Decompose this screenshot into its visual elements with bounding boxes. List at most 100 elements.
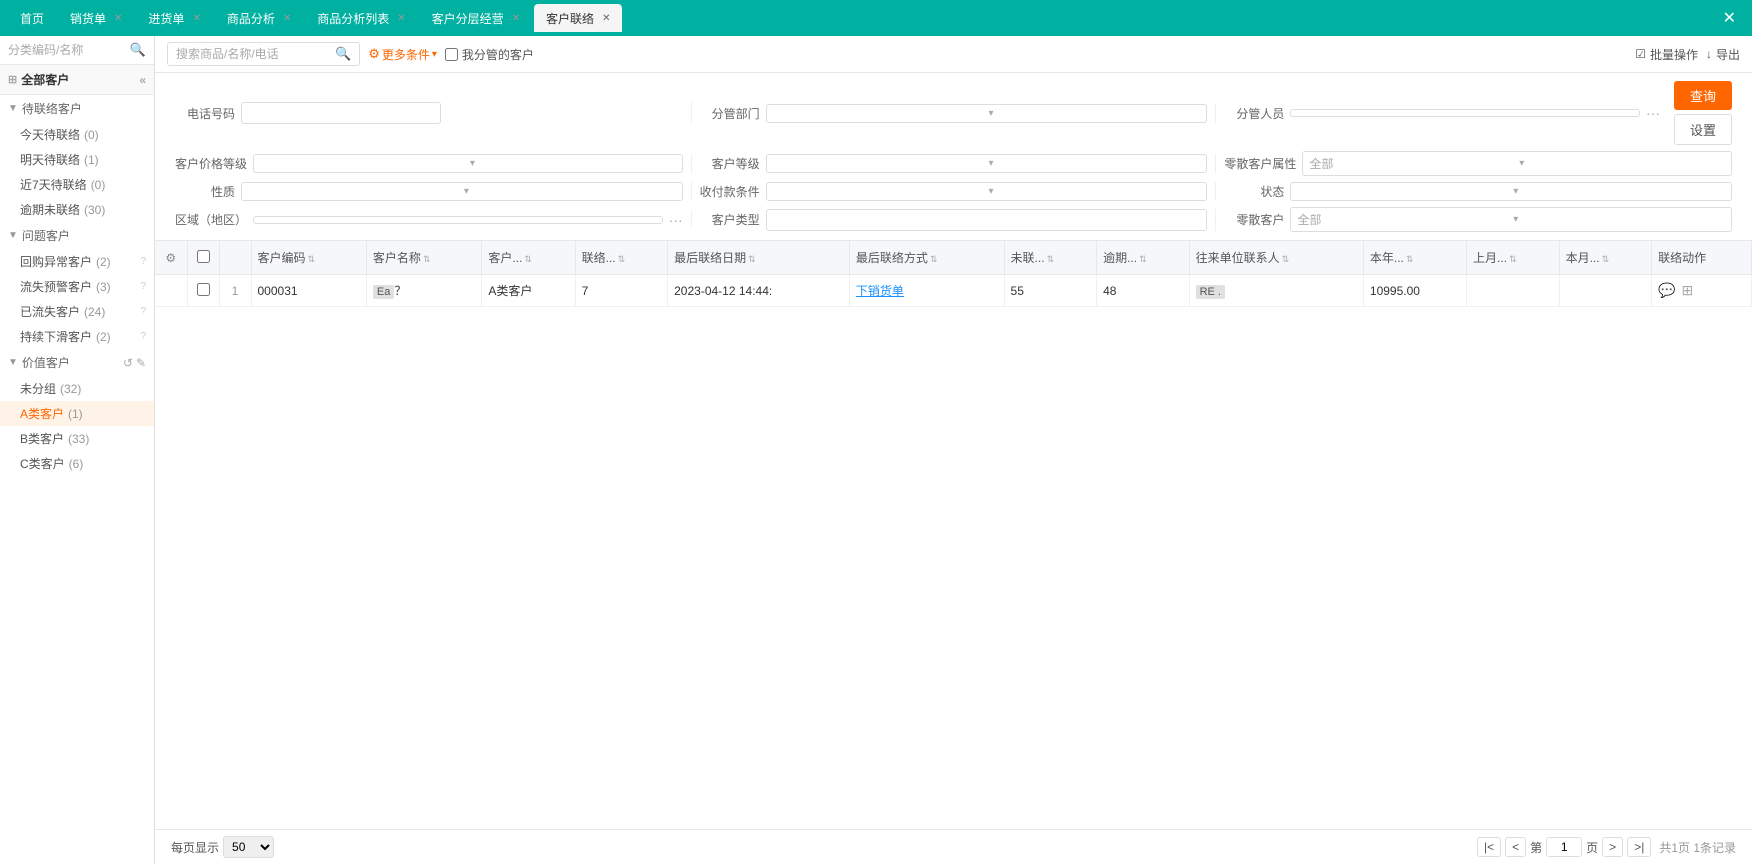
col-gear[interactable]: ⚙ (155, 241, 187, 275)
qr-icon[interactable]: ⊞ (1682, 282, 1694, 299)
col-contact[interactable]: 联络...⇅ (575, 241, 668, 275)
row-name-masked: Ea (373, 285, 394, 299)
batch-op-btn[interactable]: ☑ 批量操作 (1635, 46, 1698, 63)
filter-person-select[interactable] (1290, 109, 1640, 117)
col-overdue[interactable]: 逾期...⇅ (1097, 241, 1190, 275)
nav-purchase[interactable]: 进货单 ✕ (136, 4, 212, 32)
filter-person-dots[interactable]: ··· (1646, 105, 1660, 121)
grid-icon: ⊞ (8, 73, 17, 86)
sidebar-item-declining[interactable]: 持续下滑客户 (2) ? (0, 324, 154, 349)
sidebar-item-churned[interactable]: 已流失客户 (24) ? (0, 299, 154, 324)
last-page-btn[interactable]: >| (1627, 837, 1651, 857)
sidebar-item-7days[interactable]: 近7天待联络 (0) (0, 172, 154, 197)
sidebar-item-c-class-count: (6) (69, 457, 84, 471)
filter-dept-select[interactable]: ▾ (766, 104, 1208, 123)
col-this-year-sort: ⇅ (1406, 254, 1414, 264)
col-last-month[interactable]: 上月...⇅ (1467, 241, 1560, 275)
filter-retail-cust-value: 全部 (1297, 211, 1509, 228)
sidebar-item-tomorrow[interactable]: 明天待联络 (1) (0, 147, 154, 172)
col-contact-person-label: 往来单位联系人 (1196, 251, 1280, 265)
sidebar-search-input[interactable] (8, 43, 126, 57)
pending-section-title[interactable]: ▼ 待联络客户 (0, 95, 154, 122)
col-name[interactable]: 客户名称⇅ (366, 241, 481, 275)
chat-icon[interactable]: 💬 (1658, 282, 1675, 299)
nav-customer-tier[interactable]: 客户分层经营 ✕ (420, 4, 532, 32)
col-last-method[interactable]: 最后联络方式⇅ (849, 241, 1004, 275)
filter-retail-attr-select[interactable]: 全部 ▾ (1302, 151, 1732, 176)
filter-nature-label: 性质 (175, 183, 235, 200)
row-contact-count: 7 (575, 275, 668, 307)
next-page-btn[interactable]: > (1602, 837, 1623, 857)
filter-retail-attr-value: 全部 (1309, 155, 1515, 172)
nav-sales[interactable]: 销货单 ✕ (58, 4, 134, 32)
filter-region-select[interactable] (253, 216, 663, 224)
nav-goods-list-close[interactable]: ✕ (397, 13, 405, 24)
col-no-contact[interactable]: 未联...⇅ (1004, 241, 1097, 275)
per-page-label: 每页显示 (171, 839, 219, 856)
refresh-icon[interactable]: ↺ (123, 356, 133, 370)
nav-purchase-close[interactable]: ✕ (192, 13, 200, 24)
nav-customer-contact-close[interactable]: ✕ (602, 13, 610, 24)
nav-goods-list[interactable]: 商品分析列表 ✕ (305, 4, 417, 32)
my-customer-checkbox[interactable]: 我分管的客户 (445, 46, 534, 63)
filter-price-level-label: 客户价格等级 (175, 155, 247, 172)
nav-sales-close[interactable]: ✕ (114, 13, 122, 24)
filter-region-dots[interactable]: ··· (669, 212, 683, 228)
filter-retail-cust-select[interactable]: 全部 ▾ (1290, 207, 1732, 232)
filter-cust-level-select[interactable]: ▾ (766, 154, 1208, 173)
more-filter-btn[interactable]: ⚙ 更多条件 ▾ (368, 46, 437, 63)
sidebar-item-today[interactable]: 今天待联络 (0) (0, 122, 154, 147)
value-section-title[interactable]: ▼ 价值客户 ↺ ✎ (0, 349, 154, 376)
col-contact-person[interactable]: 往来单位联系人⇅ (1189, 241, 1363, 275)
row-checkbox[interactable] (197, 283, 210, 296)
sidebar-item-overdue-label: 逾期未联络 (20, 201, 80, 218)
sidebar-item-c-class[interactable]: C类客户 (6) (0, 451, 154, 476)
window-close-icon[interactable]: ✕ (1715, 8, 1744, 28)
sidebar-item-unclassified[interactable]: 未分组 (32) (0, 376, 154, 401)
query-button[interactable]: 查询 (1674, 81, 1732, 110)
page-number-input[interactable] (1546, 837, 1582, 857)
search-input[interactable] (176, 47, 331, 61)
filter-nature-select[interactable]: ▾ (241, 182, 683, 201)
nav-goods-analysis[interactable]: 商品分析 ✕ (215, 4, 303, 32)
export-btn[interactable]: ↓ 导出 (1706, 46, 1740, 63)
row-last-method-link[interactable]: 下销货单 (856, 284, 904, 298)
nav-customer-tier-close[interactable]: ✕ (512, 13, 520, 24)
all-customers-label: 全部客户 (21, 71, 69, 88)
sidebar-search-icon[interactable]: 🔍 (130, 42, 146, 58)
col-this-month[interactable]: 本月...⇅ (1559, 241, 1652, 275)
row-check[interactable] (187, 275, 219, 307)
problem-section-title[interactable]: ▼ 问题客户 (0, 222, 154, 249)
col-last-date[interactable]: 最后联络日期⇅ (668, 241, 850, 275)
per-page-select[interactable]: 50 100 200 (223, 836, 274, 858)
filter-payment-select[interactable]: ▾ (766, 182, 1208, 201)
nav-customer-contact[interactable]: 客户联络 ✕ (534, 4, 622, 32)
edit-icon[interactable]: ✎ (136, 356, 146, 370)
sidebar-item-abnormal[interactable]: 回购异常客户 (2) ? (0, 249, 154, 274)
settings-button[interactable]: 设置 (1674, 114, 1732, 145)
my-customer-check[interactable] (445, 48, 458, 61)
col-check[interactable] (187, 241, 219, 275)
prev-page-btn[interactable]: < (1505, 837, 1526, 857)
nav-goods-analysis-close[interactable]: ✕ (283, 13, 291, 24)
first-page-btn[interactable]: |< (1477, 837, 1501, 857)
sidebar-item-b-class[interactable]: B类客户 (33) (0, 426, 154, 451)
col-this-year[interactable]: 本年...⇅ (1363, 241, 1466, 275)
col-code[interactable]: 客户编码⇅ (251, 241, 366, 275)
search-icon[interactable]: 🔍 (335, 46, 351, 62)
filter-nature: 性质 ▾ (167, 182, 692, 201)
nav-home[interactable]: 首页 (8, 4, 56, 32)
sidebar-collapse-btn[interactable]: « (139, 73, 146, 87)
filter-status-select[interactable]: ▾ (1290, 182, 1732, 201)
select-all-checkbox[interactable] (197, 250, 210, 263)
sidebar-item-churn-warning[interactable]: 流失预警客户 (3) ? (0, 274, 154, 299)
sidebar-item-overdue[interactable]: 逾期未联络 (30) (0, 197, 154, 222)
page-suffix: 页 (1586, 839, 1598, 856)
col-type[interactable]: 客户...⇅ (482, 241, 575, 275)
filter-phone-input[interactable] (241, 102, 441, 124)
sidebar-item-a-class[interactable]: A类客户 (1) (0, 401, 154, 426)
top-nav: 首页 销货单 ✕ 进货单 ✕ 商品分析 ✕ 商品分析列表 ✕ 客户分层经营 ✕ … (0, 0, 1752, 36)
sidebar-item-churn-warning-count: (3) (96, 280, 111, 294)
filter-cust-type-input[interactable] (766, 209, 1208, 231)
filter-price-level-select[interactable]: ▾ (253, 154, 683, 173)
